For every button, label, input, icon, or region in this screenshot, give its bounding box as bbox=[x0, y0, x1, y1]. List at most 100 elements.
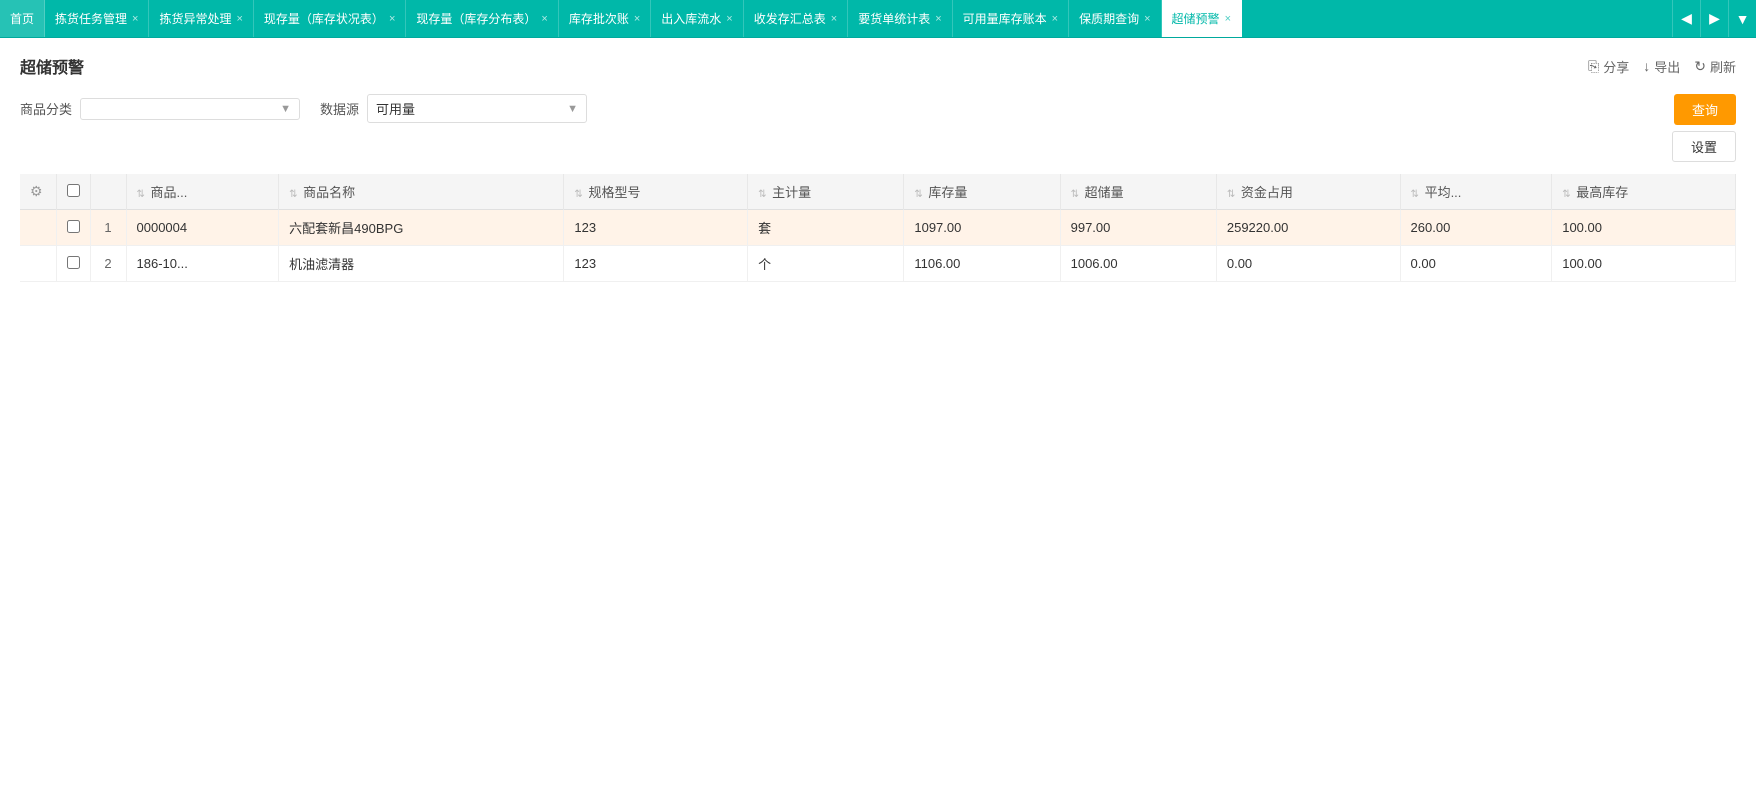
th-code[interactable]: ⇅ 商品... bbox=[126, 174, 279, 210]
row-max-stock: 100.00 bbox=[1552, 246, 1736, 282]
nav-item-overstock[interactable]: 超储预警 × bbox=[1162, 0, 1242, 37]
close-icon[interactable]: × bbox=[634, 13, 640, 25]
row-capital: 259220.00 bbox=[1216, 210, 1400, 246]
close-icon[interactable]: × bbox=[1225, 13, 1231, 25]
sort-icon: ⇅ bbox=[1562, 189, 1570, 200]
row-over-stock: 997.00 bbox=[1060, 210, 1216, 246]
nav-item-order-stat[interactable]: 要货单统计表 × bbox=[848, 0, 952, 37]
th-stock[interactable]: ⇅ 库存量 bbox=[904, 174, 1060, 210]
nav-item-exception[interactable]: 拣货异常处理 × bbox=[149, 0, 253, 37]
sort-icon: ⇅ bbox=[914, 189, 922, 200]
row-avg: 0.00 bbox=[1400, 246, 1552, 282]
nav-item-shelf-life[interactable]: 保质期查询 × bbox=[1069, 0, 1161, 37]
top-nav: 首页 拣货任务管理 × 拣货异常处理 × 现存量（库存状况表） × 现存量（库存… bbox=[0, 0, 1756, 38]
table-row: 1 0000004 六配套新昌490BPG 123 套 1097.00 997.… bbox=[20, 210, 1736, 246]
category-label: 商品分类 bbox=[20, 99, 72, 118]
row-capital: 0.00 bbox=[1216, 246, 1400, 282]
row-code: 0000004 bbox=[126, 210, 279, 246]
nav-item-task[interactable]: 拣货任务管理 × bbox=[45, 0, 149, 37]
datasource-select[interactable]: 可用量 ▼ bbox=[367, 94, 587, 123]
sort-icon: ⇅ bbox=[1227, 189, 1235, 200]
sort-icon: ⇅ bbox=[137, 189, 145, 200]
close-icon[interactable]: × bbox=[132, 13, 138, 25]
row-spec: 123 bbox=[564, 246, 748, 282]
row-index: 1 bbox=[90, 210, 126, 246]
refresh-button[interactable]: ↻ 刷新 bbox=[1694, 57, 1736, 76]
page-header: 超储预警 ⎘ 分享 ↓ 导出 ↻ 刷新 bbox=[20, 54, 1736, 78]
table-row: 2 186-10... 机油滤清器 123 个 1106.00 1006.00 … bbox=[20, 246, 1736, 282]
chevron-down-icon: ▼ bbox=[280, 103, 291, 115]
row-unit: 套 bbox=[748, 210, 904, 246]
row-code: 186-10... bbox=[126, 246, 279, 282]
close-icon[interactable]: × bbox=[1052, 13, 1058, 25]
datasource-select-value: 可用量 bbox=[376, 99, 415, 118]
close-icon[interactable]: × bbox=[236, 13, 242, 25]
gear-icon[interactable]: ⚙ bbox=[30, 183, 43, 199]
th-spec[interactable]: ⇅ 规格型号 bbox=[564, 174, 748, 210]
sort-icon: ⇅ bbox=[1071, 189, 1079, 200]
nav-item-flow[interactable]: 出入库流水 × bbox=[651, 0, 743, 37]
nav-item-available[interactable]: 可用量库存账本 × bbox=[953, 0, 1069, 37]
nav-more-button[interactable]: ▼ bbox=[1728, 0, 1756, 38]
row-unit: 个 bbox=[748, 246, 904, 282]
sort-icon: ⇅ bbox=[289, 189, 297, 200]
row-checkbox-cell bbox=[56, 246, 90, 282]
share-button[interactable]: ⎘ 分享 bbox=[1588, 57, 1629, 76]
row-checkbox-cell bbox=[56, 210, 90, 246]
th-gear: ⚙ bbox=[20, 174, 56, 210]
nav-item-inventory-dist[interactable]: 现存量（库存分布表） × bbox=[406, 0, 558, 37]
row-gear bbox=[20, 246, 56, 282]
nav-next-button[interactable]: ▶ bbox=[1700, 0, 1728, 38]
page-content: 超储预警 ⎘ 分享 ↓ 导出 ↻ 刷新 商品分类 ▼ bbox=[0, 38, 1756, 800]
query-btn-area: 查询 设置 bbox=[1672, 94, 1736, 162]
row-checkbox[interactable] bbox=[67, 220, 80, 233]
nav-prev-button[interactable]: ◀ bbox=[1672, 0, 1700, 38]
row-over-stock: 1006.00 bbox=[1060, 246, 1216, 282]
row-avg: 260.00 bbox=[1400, 210, 1552, 246]
close-icon[interactable]: × bbox=[1144, 13, 1150, 25]
sort-icon: ⇅ bbox=[574, 189, 582, 200]
refresh-icon: ↻ bbox=[1694, 58, 1706, 75]
close-icon[interactable]: × bbox=[541, 13, 547, 25]
header-actions: ⎘ 分享 ↓ 导出 ↻ 刷新 bbox=[1588, 57, 1736, 76]
th-max-stock[interactable]: ⇅ 最高库存 bbox=[1552, 174, 1736, 210]
sort-icon: ⇅ bbox=[1411, 189, 1419, 200]
page-title: 超储预警 bbox=[20, 54, 84, 78]
export-icon: ↓ bbox=[1643, 58, 1650, 74]
category-filter: 商品分类 ▼ bbox=[20, 98, 300, 120]
share-icon: ⎘ bbox=[1588, 58, 1599, 75]
th-over-stock[interactable]: ⇅ 超储量 bbox=[1060, 174, 1216, 210]
chevron-down-icon: ▼ bbox=[567, 103, 578, 115]
query-button[interactable]: 查询 bbox=[1674, 94, 1736, 125]
th-unit[interactable]: ⇅ 主计量 bbox=[748, 174, 904, 210]
th-name[interactable]: ⇅ 商品名称 bbox=[279, 174, 564, 210]
select-all-checkbox[interactable] bbox=[67, 184, 80, 197]
th-index bbox=[90, 174, 126, 210]
row-spec: 123 bbox=[564, 210, 748, 246]
th-avg[interactable]: ⇅ 平均... bbox=[1400, 174, 1552, 210]
nav-item-inventory-status[interactable]: 现存量（库存状况表） × bbox=[254, 0, 406, 37]
row-gear bbox=[20, 210, 56, 246]
nav-arrows: ◀ ▶ ▼ bbox=[1672, 0, 1756, 38]
nav-item-home[interactable]: 首页 bbox=[0, 0, 45, 37]
settings-button[interactable]: 设置 bbox=[1672, 131, 1736, 162]
th-capital[interactable]: ⇅ 资金占用 bbox=[1216, 174, 1400, 210]
category-select[interactable]: ▼ bbox=[80, 98, 300, 120]
close-icon[interactable]: × bbox=[935, 13, 941, 25]
row-name: 机油滤清器 bbox=[279, 246, 564, 282]
export-button[interactable]: ↓ 导出 bbox=[1643, 57, 1680, 76]
row-index: 2 bbox=[90, 246, 126, 282]
row-checkbox[interactable] bbox=[67, 256, 80, 269]
row-stock: 1097.00 bbox=[904, 210, 1060, 246]
data-table: ⚙ ⇅ 商品... ⇅ 商品名称 ⇅ 规格型号 bbox=[20, 174, 1736, 282]
close-icon[interactable]: × bbox=[831, 13, 837, 25]
close-icon[interactable]: × bbox=[389, 13, 395, 25]
row-stock: 1106.00 bbox=[904, 246, 1060, 282]
datasource-filter: 数据源 可用量 ▼ bbox=[320, 94, 587, 123]
close-icon[interactable]: × bbox=[726, 13, 732, 25]
nav-item-summary[interactable]: 收发存汇总表 × bbox=[744, 0, 848, 37]
th-checkbox bbox=[56, 174, 90, 210]
nav-item-batch[interactable]: 库存批次账 × bbox=[559, 0, 651, 37]
row-max-stock: 100.00 bbox=[1552, 210, 1736, 246]
row-name: 六配套新昌490BPG bbox=[279, 210, 564, 246]
